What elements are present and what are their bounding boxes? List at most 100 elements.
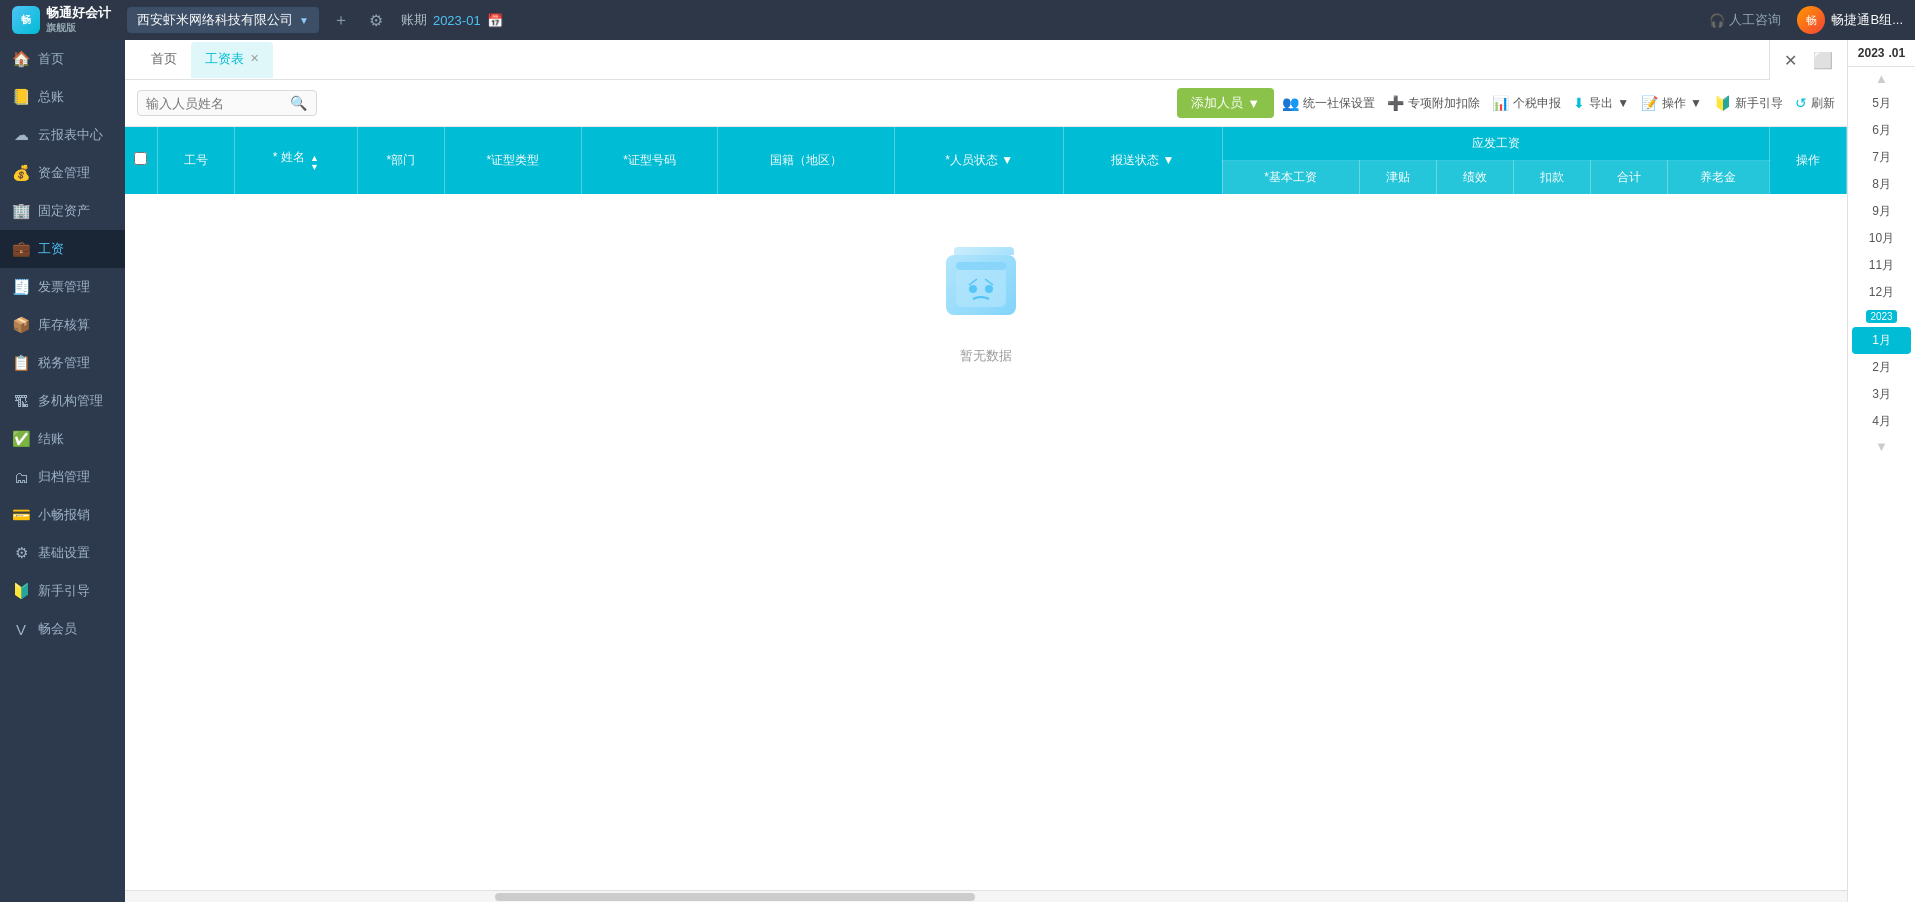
sidebar-item-cloud-report[interactable]: ☁ 云报表中心 — [0, 116, 125, 154]
sidebar-item-fund[interactable]: 💰 资金管理 — [0, 154, 125, 192]
sidebar-item-inventory[interactable]: 📦 库存核算 — [0, 306, 125, 344]
scroll-thumb[interactable] — [495, 893, 975, 901]
panel-scroll-down[interactable]: ▼ — [1848, 435, 1915, 458]
table-header-total: 合计 — [1590, 161, 1667, 195]
user-name: 畅捷通B组... — [1831, 11, 1903, 29]
sidebar-item-ledger[interactable]: 📒 总账 — [0, 78, 125, 116]
calendar-icon[interactable]: 📅 — [487, 13, 503, 28]
refresh-btn[interactable]: ↺ 刷新 — [1795, 95, 1835, 112]
month-9[interactable]: 9月 — [1848, 198, 1915, 225]
tab-salary-table[interactable]: 工资表 ✕ — [191, 42, 273, 78]
add-company-button[interactable]: ＋ — [327, 8, 355, 33]
company-selector[interactable]: 西安虾米网络科技有限公司 ▼ — [127, 7, 319, 33]
sidebar-label-guide: 新手引导 — [38, 582, 90, 600]
empty-state: 暂无数据 — [125, 195, 1847, 425]
right-panel: 2023 .01 ▲ 5月 6月 7月 8月 9月 10月 11月 12月 20… — [1847, 40, 1915, 902]
top-bar-right: 🎧 人工咨询 畅 畅捷通B组... — [1709, 6, 1903, 34]
month-4[interactable]: 4月 — [1848, 408, 1915, 435]
export-btn[interactable]: ⬇ 导出 ▼ — [1573, 95, 1629, 112]
special-deduction-btn[interactable]: ➕ 专项附加扣除 — [1387, 95, 1480, 112]
social-security-btn[interactable]: 👥 统一社保设置 — [1282, 95, 1375, 112]
salary-icon: 💼 — [12, 240, 30, 258]
guide-btn[interactable]: 🔰 新手引导 — [1714, 95, 1783, 112]
sidebar-label-cloud-report: 云报表中心 — [38, 126, 103, 144]
sidebar-item-multi-org[interactable]: 🏗 多机构管理 — [0, 382, 125, 420]
add-person-label: 添加人员 — [1191, 94, 1243, 112]
month-7[interactable]: 7月 — [1848, 144, 1915, 171]
sidebar-item-fixed-assets[interactable]: 🏢 固定资产 — [0, 192, 125, 230]
panel-period-label: .01 — [1889, 46, 1906, 60]
sidebar-label-fund: 资金管理 — [38, 164, 90, 182]
user-avatar: 畅 — [1797, 6, 1825, 34]
month-6[interactable]: 6月 — [1848, 117, 1915, 144]
month-8[interactable]: 8月 — [1848, 171, 1915, 198]
table-header-deductions: 扣款 — [1513, 161, 1590, 195]
operations-btn[interactable]: 📝 操作 ▼ — [1641, 95, 1702, 112]
help-button[interactable]: 🎧 人工咨询 — [1709, 11, 1781, 29]
bottom-scrollbar[interactable] — [125, 890, 1847, 902]
sidebar-item-guide[interactable]: 🔰 新手引导 — [0, 572, 125, 610]
month-12[interactable]: 12月 — [1848, 279, 1915, 306]
expense-icon: 💳 — [12, 506, 30, 524]
sidebar-item-expense[interactable]: 💳 小畅报销 — [0, 496, 125, 534]
year-badge-container: 2023 — [1848, 306, 1915, 327]
headset-icon: 🎧 — [1709, 13, 1725, 28]
add-person-button[interactable]: 添加人员 ▼ — [1177, 88, 1274, 118]
search-box[interactable]: 🔍 — [137, 90, 317, 116]
month-11[interactable]: 11月 — [1848, 252, 1915, 279]
panel-scroll-up[interactable]: ▲ — [1848, 67, 1915, 90]
sidebar-item-member[interactable]: V 畅会员 — [0, 610, 125, 648]
fixed-assets-icon: 🏢 — [12, 202, 30, 220]
svg-rect-1 — [956, 262, 1006, 270]
status-filter-icon[interactable]: ▼ — [1001, 153, 1013, 167]
close-window-button[interactable]: ✕ — [1778, 49, 1803, 72]
name-sort[interactable]: ▲▼ — [310, 154, 319, 172]
select-all-checkbox[interactable] — [134, 152, 147, 165]
svg-rect-0 — [956, 265, 1006, 307]
sidebar-item-tax[interactable]: 📋 税务管理 — [0, 344, 125, 382]
sidebar-item-settlement[interactable]: ✅ 结账 — [0, 420, 125, 458]
personal-tax-label: 个税申报 — [1513, 95, 1561, 112]
sidebar-item-invoice[interactable]: 🧾 发票管理 — [0, 268, 125, 306]
sidebar-label-archive: 归档管理 — [38, 468, 90, 486]
personal-tax-btn[interactable]: 📊 个税申报 — [1492, 95, 1561, 112]
table-header-allowance: 津贴 — [1359, 161, 1436, 195]
tab-close-salary[interactable]: ✕ — [250, 52, 259, 65]
table-header-pension: 养老金 — [1667, 161, 1769, 195]
month-10[interactable]: 10月 — [1848, 225, 1915, 252]
tab-home[interactable]: 首页 — [137, 42, 191, 78]
svg-point-3 — [985, 285, 993, 293]
table-header-status: *人员状态 ▼ — [895, 127, 1064, 194]
month-2[interactable]: 2月 — [1848, 354, 1915, 381]
fund-icon: 💰 — [12, 164, 30, 182]
export-label: 导出 — [1589, 95, 1613, 112]
sidebar-item-salary[interactable]: 💼 工资 — [0, 230, 125, 268]
logo-icon: 畅 — [12, 6, 40, 34]
month-1[interactable]: 1月 — [1852, 327, 1911, 354]
operations-icon: 📝 — [1641, 95, 1658, 111]
month-3[interactable]: 3月 — [1848, 381, 1915, 408]
company-dropdown-arrow: ▼ — [299, 15, 309, 26]
user-info[interactable]: 畅 畅捷通B组... — [1797, 6, 1903, 34]
sidebar-item-home[interactable]: 🏠 首页 — [0, 40, 125, 78]
month-5[interactable]: 5月 — [1848, 90, 1915, 117]
search-input[interactable] — [146, 96, 286, 111]
archive-icon: 🗂 — [12, 468, 30, 486]
logo-text: 畅通好会计 旗舰版 — [46, 5, 111, 35]
refresh-icon: ↺ — [1795, 95, 1807, 111]
sidebar-item-basic-settings[interactable]: ⚙ 基础设置 — [0, 534, 125, 572]
operations-arrow: ▼ — [1690, 96, 1702, 110]
maximize-window-button[interactable]: ⬜ — [1807, 49, 1839, 72]
company-name: 西安虾米网络科技有限公司 — [137, 11, 293, 29]
sidebar-label-ledger: 总账 — [38, 88, 64, 106]
period-value: 2023-01 — [433, 13, 481, 28]
sidebar-item-archive[interactable]: 🗂 归档管理 — [0, 458, 125, 496]
report-filter-icon[interactable]: ▼ — [1163, 153, 1175, 167]
sidebar-label-inventory: 库存核算 — [38, 316, 90, 334]
table-header-name: * 姓名 ▲▼ — [234, 127, 357, 194]
social-security-label: 统一社保设置 — [1303, 95, 1375, 112]
sidebar-label-home: 首页 — [38, 50, 64, 68]
settlement-icon: ✅ — [12, 430, 30, 448]
guide-icon: 🔰 — [12, 582, 30, 600]
settings-icon-button[interactable]: ⚙ — [363, 9, 389, 32]
